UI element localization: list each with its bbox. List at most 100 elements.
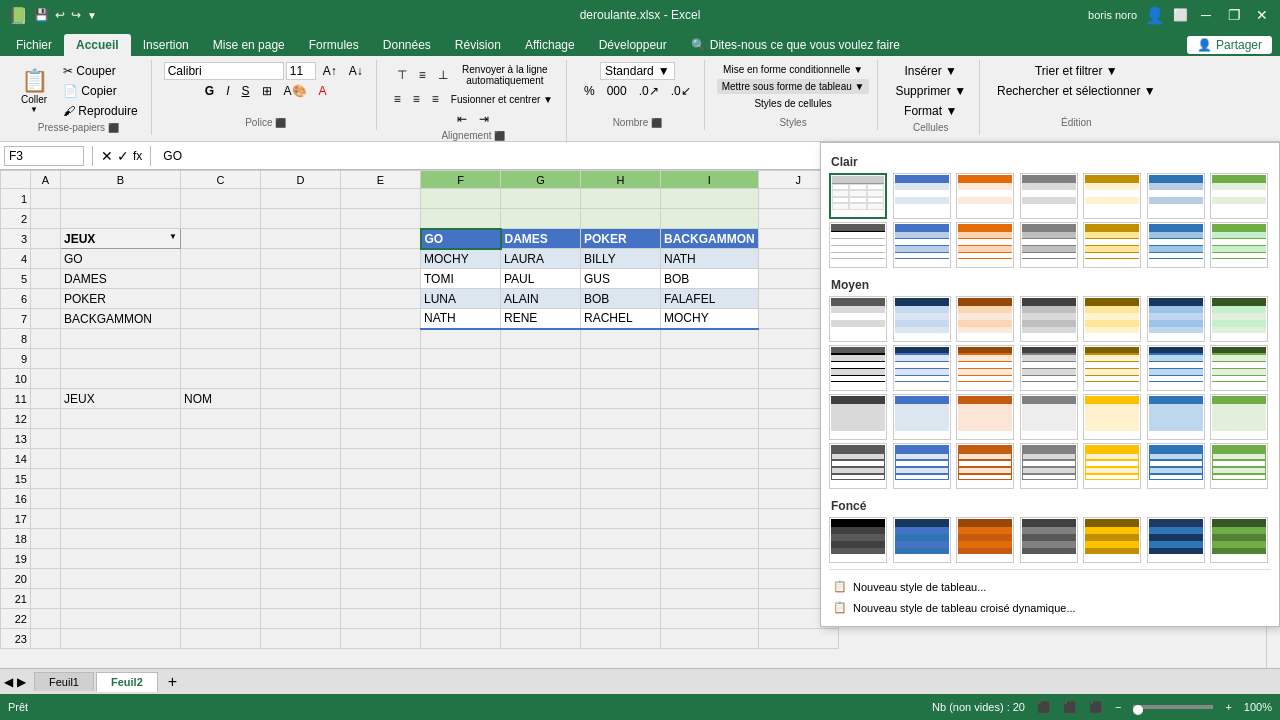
- table-style-item[interactable]: [1210, 517, 1268, 563]
- insert-btn[interactable]: Insérer ▼: [899, 62, 962, 80]
- sort-btn[interactable]: Trier et filtrer ▼: [1030, 62, 1123, 80]
- cell-E6[interactable]: [341, 289, 421, 309]
- cell-G16[interactable]: [501, 489, 581, 509]
- cell-C9[interactable]: [181, 349, 261, 369]
- cell-H2[interactable]: [581, 209, 661, 229]
- zoom-slider[interactable]: [1133, 705, 1213, 709]
- row-header-5[interactable]: 5: [1, 269, 31, 289]
- cell-F15[interactable]: [421, 469, 501, 489]
- cell-B16[interactable]: [61, 489, 181, 509]
- cell-B17[interactable]: [61, 509, 181, 529]
- align-middle-btn[interactable]: ≡: [414, 66, 431, 84]
- cell-G6[interactable]: ALAIN: [501, 289, 581, 309]
- cell-B20[interactable]: [61, 569, 181, 589]
- cell-F9[interactable]: [421, 349, 501, 369]
- cell-E23[interactable]: [341, 629, 421, 649]
- cell-I3[interactable]: BACKGAMMON: [661, 229, 759, 249]
- cell-E5[interactable]: [341, 269, 421, 289]
- row-header-19[interactable]: 19: [1, 549, 31, 569]
- cell-B13[interactable]: [61, 429, 181, 449]
- cell-H19[interactable]: [581, 549, 661, 569]
- table-style-item[interactable]: [829, 296, 887, 342]
- table-style-item[interactable]: [829, 222, 887, 268]
- row-header-20[interactable]: 20: [1, 569, 31, 589]
- table-style-item[interactable]: [1147, 173, 1205, 219]
- tab-fichier[interactable]: Fichier: [4, 34, 64, 56]
- cell-I20[interactable]: [661, 569, 759, 589]
- row-header-1[interactable]: 1: [1, 189, 31, 209]
- sheet-tab-feuil2[interactable]: Feuil2: [96, 672, 158, 692]
- page-layout-btn[interactable]: ⬛: [1063, 701, 1077, 714]
- cell-I14[interactable]: [661, 449, 759, 469]
- cell-I7[interactable]: MOCHY: [661, 309, 759, 329]
- cell-G8[interactable]: [501, 329, 581, 349]
- increase-font-btn[interactable]: A↑: [318, 62, 342, 80]
- align-right-btn[interactable]: ≡: [427, 90, 444, 108]
- page-break-btn[interactable]: ⬛: [1089, 701, 1103, 714]
- cell-H5[interactable]: GUS: [581, 269, 661, 289]
- cell-I10[interactable]: [661, 369, 759, 389]
- cell-G5[interactable]: PAUL: [501, 269, 581, 289]
- row-header-17[interactable]: 17: [1, 509, 31, 529]
- cell-A21[interactable]: [31, 589, 61, 609]
- cell-B5[interactable]: DAMES: [61, 269, 181, 289]
- confirm-formula-btn[interactable]: ✓: [117, 148, 129, 164]
- cell-E3[interactable]: [341, 229, 421, 249]
- tab-donnees[interactable]: Données: [371, 34, 443, 56]
- cell-H23[interactable]: [581, 629, 661, 649]
- cell-A5[interactable]: [31, 269, 61, 289]
- cell-B19[interactable]: [61, 549, 181, 569]
- table-style-item[interactable]: [956, 296, 1014, 342]
- align-center-btn[interactable]: ≡: [408, 90, 425, 108]
- cell-I13[interactable]: [661, 429, 759, 449]
- cell-E18[interactable]: [341, 529, 421, 549]
- table-style-item[interactable]: [1083, 296, 1141, 342]
- cell-D13[interactable]: [261, 429, 341, 449]
- cell-C15[interactable]: [181, 469, 261, 489]
- cell-F16[interactable]: [421, 489, 501, 509]
- cell-D11[interactable]: [261, 389, 341, 409]
- new-pivot-style-btn[interactable]: 📋 Nouveau style de tableau croisé dynami…: [829, 597, 1271, 618]
- cell-A23[interactable]: [31, 629, 61, 649]
- col-header-E[interactable]: E: [341, 171, 421, 189]
- cell-I17[interactable]: [661, 509, 759, 529]
- number-format-combo[interactable]: Standard ▼: [600, 62, 675, 80]
- table-style-item[interactable]: [893, 394, 951, 440]
- cell-B7[interactable]: BACKGAMMON: [61, 309, 181, 329]
- percent-btn[interactable]: %: [579, 82, 600, 100]
- couper-btn[interactable]: ✂ Couper: [58, 62, 143, 80]
- cell-F18[interactable]: [421, 529, 501, 549]
- indent-dec-btn[interactable]: ⇤: [452, 110, 472, 128]
- zoom-out-btn[interactable]: −: [1115, 701, 1121, 713]
- col-header-G[interactable]: G: [501, 171, 581, 189]
- cell-A7[interactable]: [31, 309, 61, 329]
- cell-G3[interactable]: DAMES: [501, 229, 581, 249]
- table-style-item[interactable]: [829, 517, 887, 563]
- row-header-11[interactable]: 11: [1, 389, 31, 409]
- tab-revision[interactable]: Révision: [443, 34, 513, 56]
- cell-E10[interactable]: [341, 369, 421, 389]
- cell-C11[interactable]: NOM: [181, 389, 261, 409]
- cell-E22[interactable]: [341, 609, 421, 629]
- col-header-H[interactable]: H: [581, 171, 661, 189]
- cell-C16[interactable]: [181, 489, 261, 509]
- table-style-item[interactable]: [829, 173, 887, 219]
- layout-icon[interactable]: ⬜: [1173, 8, 1188, 22]
- cell-C23[interactable]: [181, 629, 261, 649]
- cell-D12[interactable]: [261, 409, 341, 429]
- cell-F13[interactable]: [421, 429, 501, 449]
- cell-H11[interactable]: [581, 389, 661, 409]
- tab-insertion[interactable]: Insertion: [131, 34, 201, 56]
- cell-G7[interactable]: RENE: [501, 309, 581, 329]
- cell-C20[interactable]: [181, 569, 261, 589]
- cell-A9[interactable]: [31, 349, 61, 369]
- cell-A19[interactable]: [31, 549, 61, 569]
- account-icon[interactable]: 👤: [1145, 6, 1165, 25]
- row-header-16[interactable]: 16: [1, 489, 31, 509]
- cell-E7[interactable]: [341, 309, 421, 329]
- cell-E13[interactable]: [341, 429, 421, 449]
- cell-B6[interactable]: POKER: [61, 289, 181, 309]
- table-style-item[interactable]: [829, 443, 887, 489]
- cell-styles-btn[interactable]: Styles de cellules: [749, 96, 836, 111]
- cell-D16[interactable]: [261, 489, 341, 509]
